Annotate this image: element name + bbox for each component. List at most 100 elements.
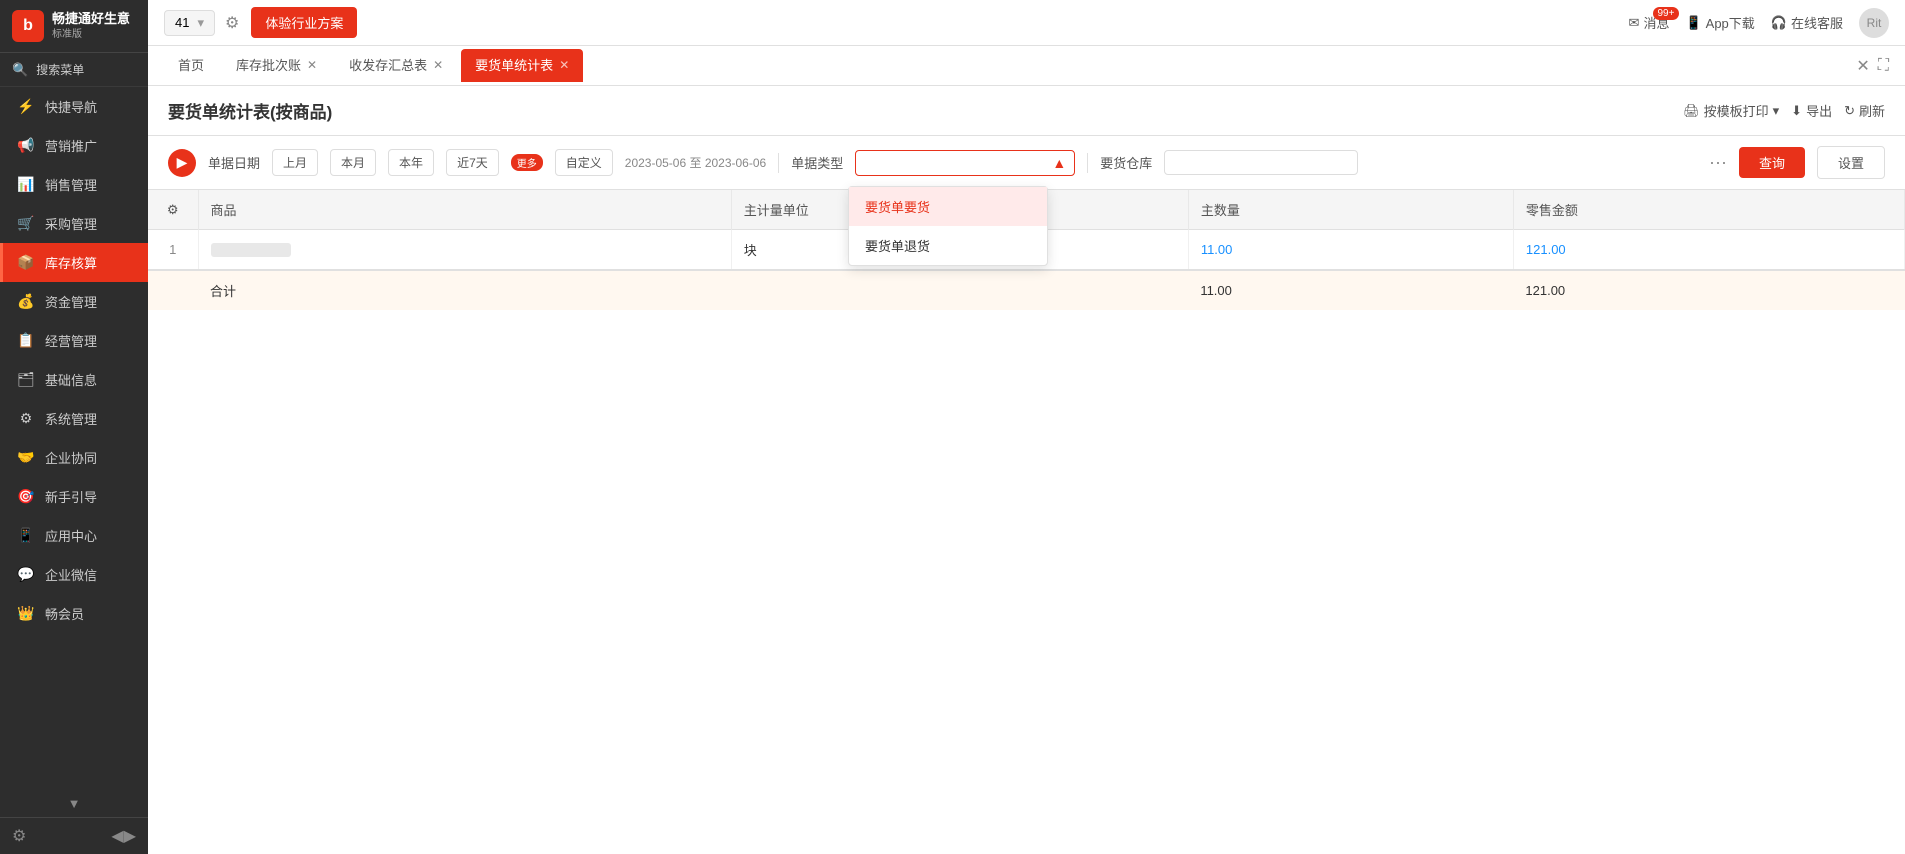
print-button[interactable]: 🖨 按模板打印 ▾ xyxy=(1683,101,1779,120)
basic-icon: 🗂 xyxy=(15,371,37,388)
user-avatar-item[interactable]: Rit xyxy=(1859,8,1889,38)
sidebar-item-label: 基础信息 xyxy=(45,370,97,389)
tab-home-label: 首页 xyxy=(178,55,204,74)
table-col-product: 商品 xyxy=(198,190,731,230)
dropdown-item-order-return[interactable]: 要货单退货 xyxy=(849,226,1047,265)
app-download-item[interactable]: 📱 App下载 xyxy=(1685,13,1754,32)
table-settings-icon[interactable]: ⚙ xyxy=(167,202,179,217)
collapse-sidebar-icon[interactable]: ◀▶ xyxy=(111,826,136,846)
messages-item[interactable]: ✉ 消息 99+ xyxy=(1629,13,1670,32)
sidebar-item-vip[interactable]: 👑 畅会员 xyxy=(0,594,148,633)
sidebar-item-sales[interactable]: 📊 销售管理 xyxy=(0,165,148,204)
sidebar-item-inventory[interactable]: 📦 库存核算 xyxy=(0,243,148,282)
tab-order-stat[interactable]: 要货单统计表 ✕ xyxy=(461,49,583,82)
sidebar-item-wechat[interactable]: 💬 企业微信 xyxy=(0,555,148,594)
sidebar-item-finance[interactable]: 💰 资金管理 xyxy=(0,282,148,321)
tab-expand-icon[interactable]: ⛶ xyxy=(1878,57,1889,75)
sidebar-item-appCenter[interactable]: 📱 应用中心 xyxy=(0,516,148,555)
type-filter-label: 单据类型 xyxy=(791,153,843,172)
query-button[interactable]: 查询 xyxy=(1739,147,1805,178)
online-service-icon: 🎧 xyxy=(1771,15,1787,31)
topbar-dropdown[interactable]: 41 ▾ xyxy=(164,10,215,36)
print-label: 按模板打印 xyxy=(1704,101,1769,120)
type-dropdown-menu: 要货单要货 要货单退货 xyxy=(848,186,1048,266)
sidebar-logo: b 畅捷通好生意 标准版 xyxy=(0,0,148,53)
filter-more-icon[interactable]: ··· xyxy=(1709,152,1727,173)
footer-label: 合计 xyxy=(198,270,731,310)
system-icon: ⚙ xyxy=(15,410,37,427)
sidebar-item-enterprise[interactable]: 🤝 企业协同 xyxy=(0,438,148,477)
sidebar: b 畅捷通好生意 标准版 🔍 搜索菜单 ⚡ 快捷导航 📢 营销推广 📊 销售管理… xyxy=(0,0,148,854)
date-range-text: 2023-05-06 至 2023-06-06 xyxy=(625,154,766,171)
refresh-icon: ↻ xyxy=(1844,103,1855,119)
footer-quantity: 11.00 xyxy=(1188,270,1513,310)
row-product xyxy=(198,230,731,271)
tab-batch-label: 库存批次账 xyxy=(236,55,301,74)
sidebar-item-operation[interactable]: 📋 经营管理 xyxy=(0,321,148,360)
sidebar-item-marketing[interactable]: 📢 营销推广 xyxy=(0,126,148,165)
tab-summary[interactable]: 收发存汇总表 ✕ xyxy=(335,49,457,82)
filter-bar: ▶ 单据日期 上月 本月 本年 近7天 更多 自定义 2023-05-06 至 … xyxy=(148,136,1905,190)
tab-batch[interactable]: 库存批次账 ✕ xyxy=(222,49,331,82)
row-quantity: 11.00 xyxy=(1188,230,1513,271)
search-icon: 🔍 xyxy=(12,62,28,78)
warehouse-filter-input[interactable] xyxy=(1164,150,1358,175)
dropdown-item-order-purchase[interactable]: 要货单要货 xyxy=(849,187,1047,226)
tab-summary-close[interactable]: ✕ xyxy=(433,58,443,72)
inventory-icon: 📦 xyxy=(15,254,37,271)
sidebar-item-label: 采购管理 xyxy=(45,214,97,233)
sidebar-item-system[interactable]: ⚙ 系统管理 xyxy=(0,399,148,438)
sidebar-item-guide[interactable]: 🎯 新手引导 xyxy=(0,477,148,516)
refresh-button[interactable]: ↻ 刷新 xyxy=(1844,101,1885,120)
row-amount: 121.00 xyxy=(1513,230,1904,271)
export-icon: ⬇ xyxy=(1791,103,1802,119)
page-title: 要货单统计表(按商品) xyxy=(168,98,332,135)
page-header-actions: 🖨 按模板打印 ▾ ⬇ 导出 ↻ 刷新 xyxy=(1683,101,1885,132)
sidebar-scroll-down[interactable]: ▼ xyxy=(0,790,148,817)
sidebar-item-label: 应用中心 xyxy=(45,526,97,545)
tab-order-stat-label: 要货单统计表 xyxy=(475,55,553,74)
date-7days-btn[interactable]: 近7天 xyxy=(446,149,499,176)
sidebar-item-procurement[interactable]: 🛒 采购管理 xyxy=(0,204,148,243)
type-filter-input[interactable] xyxy=(864,155,1052,170)
sidebar-item-label: 畅会员 xyxy=(45,604,84,623)
sidebar-item-label: 新手引导 xyxy=(45,487,97,506)
sidebar-search[interactable]: 🔍 搜索菜单 xyxy=(0,53,148,87)
settings-footer-icon[interactable]: ⚙ xyxy=(12,826,26,846)
row-quantity-link[interactable]: 11.00 xyxy=(1201,242,1233,257)
appCenter-icon: 📱 xyxy=(15,527,37,544)
trial-button[interactable]: 体验行业方案 xyxy=(251,7,357,38)
table-col-settings[interactable]: ⚙ xyxy=(148,190,198,230)
row-amount-link[interactable]: 121.00 xyxy=(1526,242,1566,257)
export-button[interactable]: ⬇ 导出 xyxy=(1791,101,1832,120)
app-download-label: App下载 xyxy=(1706,13,1755,32)
topbar: 41 ▾ ⚙ 体验行业方案 ✉ 消息 99+ 📱 App下载 🎧 在线客服 xyxy=(148,0,1905,46)
filter-toggle-button[interactable]: ▶ xyxy=(168,149,196,177)
sidebar-item-basic[interactable]: 🗂 基础信息 xyxy=(0,360,148,399)
finance-icon: 💰 xyxy=(15,293,37,310)
type-filter-arrow[interactable]: ▲ xyxy=(1052,155,1066,171)
date-more-badge[interactable]: 更多 xyxy=(511,154,543,171)
table-settings-button[interactable]: 设置 xyxy=(1817,146,1885,179)
online-service-item[interactable]: 🎧 在线客服 xyxy=(1771,13,1843,32)
sales-icon: 📊 xyxy=(15,176,37,193)
tab-home[interactable]: 首页 xyxy=(164,49,218,82)
sidebar-item-quick-nav[interactable]: ⚡ 快捷导航 xyxy=(0,87,148,126)
date-custom-btn[interactable]: 自定义 xyxy=(555,149,613,176)
sidebar-item-label: 营销推广 xyxy=(45,136,97,155)
export-label: 导出 xyxy=(1806,101,1832,120)
date-this-month-btn[interactable]: 本月 xyxy=(330,149,376,176)
page-header: 要货单统计表(按商品) 🖨 按模板打印 ▾ ⬇ 导出 ↻ 刷新 xyxy=(148,86,1905,136)
footer-amount: 121.00 xyxy=(1513,270,1904,310)
tab-batch-close[interactable]: ✕ xyxy=(307,58,317,72)
wechat-icon: 💬 xyxy=(15,566,37,583)
topbar-dropdown-arrow: ▾ xyxy=(197,15,204,31)
tab-order-stat-close[interactable]: ✕ xyxy=(559,58,569,72)
topbar-right: ✉ 消息 99+ 📱 App下载 🎧 在线客服 Rit xyxy=(1629,8,1889,38)
date-last-month-btn[interactable]: 上月 xyxy=(272,149,318,176)
sidebar-item-label: 企业协同 xyxy=(45,448,97,467)
date-this-year-btn[interactable]: 本年 xyxy=(388,149,434,176)
page-content: 要货单统计表(按商品) 🖨 按模板打印 ▾ ⬇ 导出 ↻ 刷新 ▶ xyxy=(148,86,1905,854)
tab-close-all-icon[interactable]: ✕ xyxy=(1856,56,1869,76)
topbar-gear-icon[interactable]: ⚙ xyxy=(225,13,239,33)
